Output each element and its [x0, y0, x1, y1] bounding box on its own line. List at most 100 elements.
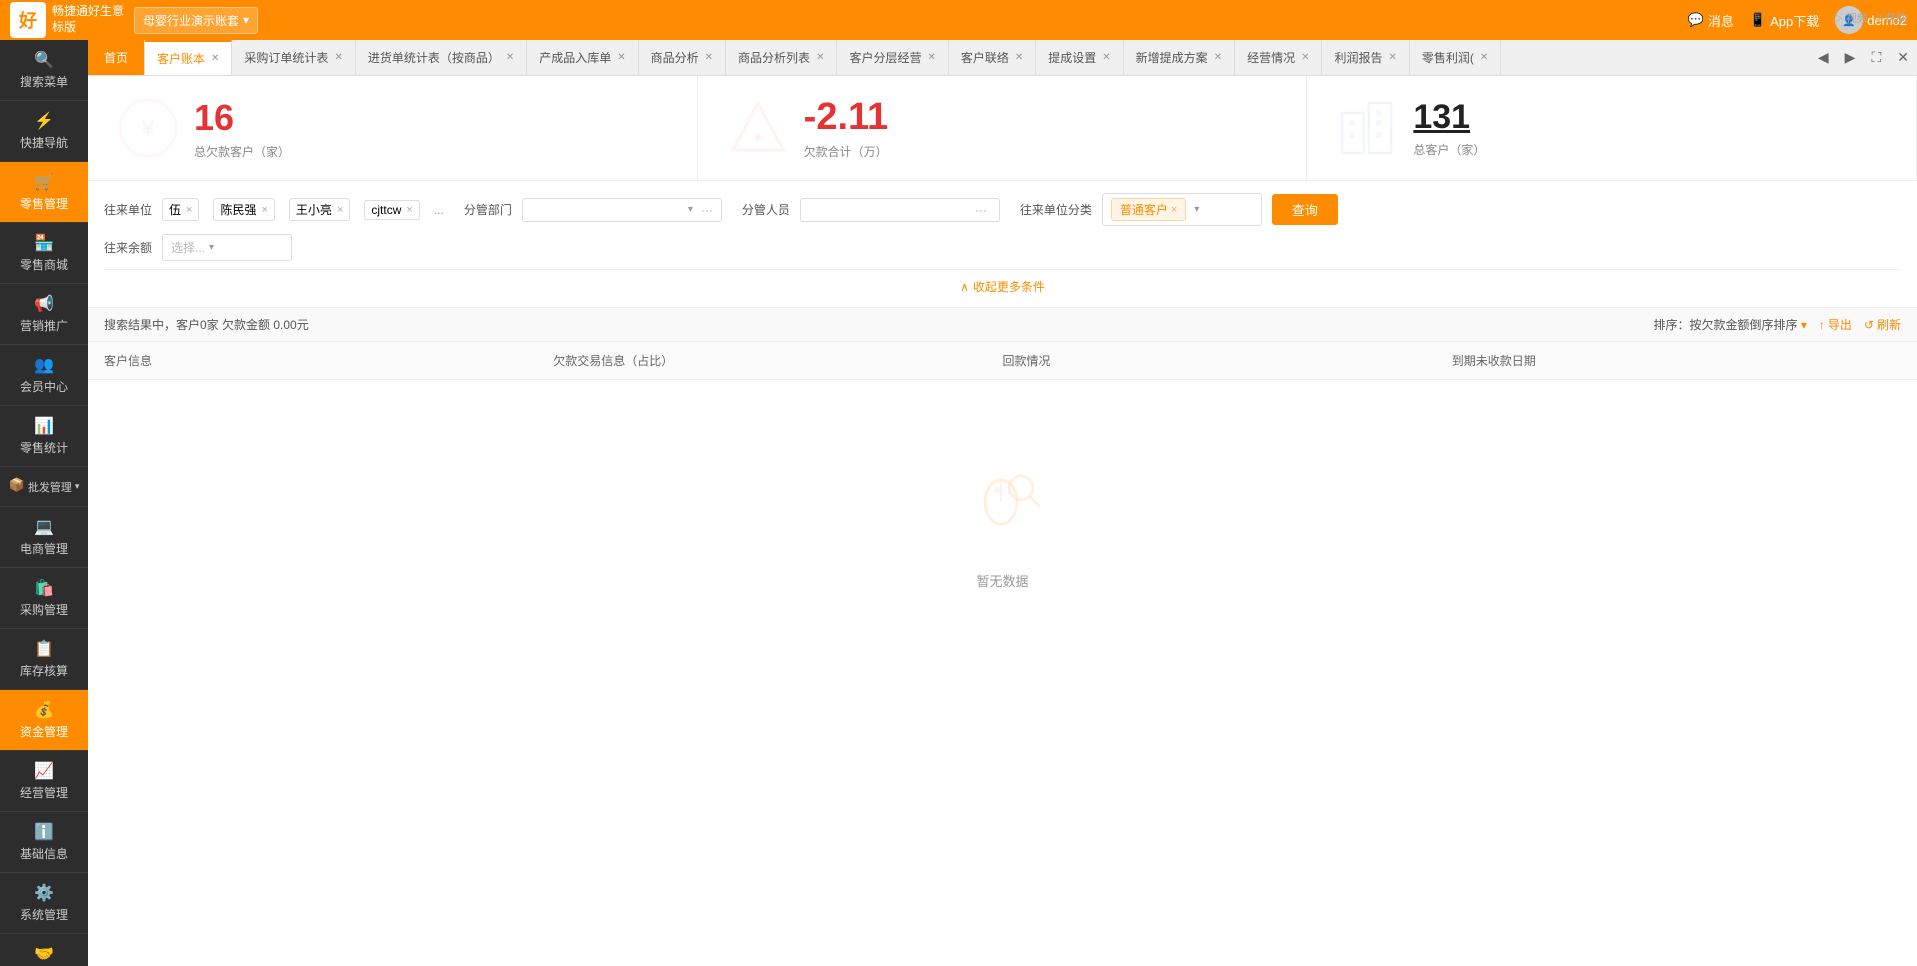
purchase-icon: 🛍️ [0, 578, 88, 598]
sidebar-item-finance[interactable]: 💰 资金管理 [0, 690, 88, 751]
tab-home[interactable]: 首页 [88, 40, 145, 76]
chevron-down-dept-icon: ▾ [688, 204, 693, 215]
sidebar-item-wholesale[interactable]: 📦 批发管理 ▾ [0, 467, 88, 507]
results-summary: 搜索结果中，客户0家 欠款金额 0.00元 [104, 316, 309, 333]
tab-product-analysis-list[interactable]: 商品分析列表 ✕ [726, 40, 837, 76]
empty-state: 暂无数据 [88, 380, 1917, 670]
close-tab-purchase-order[interactable]: ✕ [334, 52, 342, 63]
stat-label-debt-customers: 总欠款客户（家） [194, 143, 290, 160]
filter-dept-select[interactable]: ▾ ··· [522, 198, 722, 222]
stat-icon-debt: ¥ [118, 98, 178, 158]
tab-nav-next[interactable]: ▶ [1837, 49, 1864, 66]
tab-purchase-order-stats[interactable]: 采购订单统计表 ✕ [232, 40, 355, 76]
sidebar-item-search-menu[interactable]: 🔍 搜索菜单 [0, 40, 88, 101]
logo-area: 好 畅捷通好生意 标版 [10, 2, 124, 38]
refresh-icon: ↺ [1864, 318, 1874, 332]
sidebar-item-enterprise-coop[interactable]: 🤝 企业协同 [0, 934, 88, 966]
tab-product-analysis[interactable]: 商品分析 ✕ [639, 40, 726, 76]
sidebar-item-ecommerce[interactable]: 💻 电商管理 [0, 507, 88, 568]
download-icon: 📱 [1750, 12, 1766, 28]
tab-promo-settings[interactable]: 提成设置 ✕ [1036, 40, 1123, 76]
main-area: 🔍 搜索菜单 ⚡ 快捷导航 🛒 零售管理 🏪 零售商城 📢 营销推广 👥 [0, 40, 1917, 966]
stat-label-total-clients: 总客户（家） [1413, 141, 1485, 158]
sidebar-item-inventory[interactable]: 📋 库存核算 [0, 629, 88, 690]
refresh-btn[interactable]: ↺ 刷新 [1864, 316, 1901, 333]
sidebar-item-retail-mgmt[interactable]: 🛒 零售管理 [0, 162, 88, 223]
chevron-down-sort-icon[interactable]: ▾ [1801, 318, 1807, 332]
search-icon: 🔍 [0, 50, 88, 70]
sidebar-item-sys-mgmt[interactable]: ⚙️ 系统管理 [0, 873, 88, 934]
filter-more-tags[interactable]: ... [434, 203, 444, 217]
close-tab-new-promo-plan[interactable]: ✕ [1214, 52, 1222, 63]
tab-incoming-stats[interactable]: 进货单统计表（按商品） ✕ [356, 40, 527, 76]
info-icon: ℹ️ [0, 822, 88, 842]
tab-nav-prev[interactable]: ◀ [1810, 49, 1837, 66]
tab-customer-contact[interactable]: 客户联络 ✕ [949, 40, 1036, 76]
remove-tag-cjttcw[interactable]: × [406, 204, 412, 216]
sidebar-item-retail-stats[interactable]: 📊 零售统计 [0, 406, 88, 467]
close-tab-promo-settings[interactable]: ✕ [1102, 52, 1110, 63]
sort-label: 排序：按欠款金额倒序排序 ▾ [1654, 316, 1807, 333]
account-selector[interactable]: 母婴行业演示账套 ▾ [134, 7, 258, 34]
wholesale-icon: 📦 [9, 477, 25, 493]
filter-tag-wang: 王小亮 × [289, 198, 350, 221]
close-tab-customer-tier[interactable]: ✕ [927, 52, 935, 63]
tab-customer-tier[interactable]: 客户分层经营 ✕ [837, 40, 948, 76]
sidebar: 🔍 搜索菜单 ⚡ 快捷导航 🛒 零售管理 🏪 零售商城 📢 营销推广 👥 [0, 40, 88, 966]
tab-new-promo-plan[interactable]: 新增提成方案 ✕ [1124, 40, 1235, 76]
tab-close-all[interactable]: ✕ [1889, 49, 1917, 66]
close-tab-product-analysis[interactable]: ✕ [705, 52, 713, 63]
remove-tag-wu[interactable]: × [186, 204, 192, 216]
filter-label-dept: 分管部门 [464, 201, 512, 218]
tab-bar: 首页 客户账本 ✕ 采购订单统计表 ✕ 进货单统计表（按商品） ✕ 产成品入库单… [88, 40, 1917, 76]
app-download-btn[interactable]: 📱 App下载 [1750, 11, 1819, 30]
tab-profit-report[interactable]: 利润报告 ✕ [1322, 40, 1409, 76]
message-btn[interactable]: 💬 消息 [1688, 11, 1734, 30]
remove-category-tag[interactable]: × [1171, 204, 1177, 216]
sidebar-item-purchase[interactable]: 🛍️ 采购管理 [0, 568, 88, 629]
logo-text: 畅捷通好生意 标版 [52, 4, 124, 35]
close-tab-incoming[interactable]: ✕ [506, 52, 514, 63]
tab-maximize[interactable]: ⛶ [1863, 49, 1889, 66]
ellipsis-person-icon: ··· [975, 203, 987, 217]
filter-row-2: 往来余额 选择... ▾ [104, 234, 1901, 261]
sidebar-item-marketing[interactable]: 📢 营销推广 [0, 284, 88, 345]
filter-person-select[interactable]: ··· [800, 198, 1000, 222]
filter-balance-select[interactable]: 选择... ▾ [162, 234, 292, 261]
sidebar-item-basic-info[interactable]: ℹ️ 基础信息 [0, 812, 88, 873]
tab-retail-profit[interactable]: 零售利润( ✕ [1410, 40, 1501, 76]
top-bar: 好 畅捷通好生意 标版 母婴行业演示账套 ▾ 💬 消息 📱 App下载 👤 de… [0, 0, 1917, 40]
stat-label-debt-amount: 欠款合计（万） [804, 143, 889, 160]
filter-category-select[interactable]: 普通客户 × ▾ [1102, 193, 1262, 226]
remove-tag-chen[interactable]: × [261, 204, 267, 216]
ecommerce-icon: 💻 [0, 517, 88, 537]
close-tab-operations[interactable]: ✕ [1301, 52, 1309, 63]
close-tab-profit[interactable]: ✕ [1389, 52, 1397, 63]
close-tab-product-analysis-list[interactable]: ✕ [816, 52, 824, 63]
export-icon: ↑ [1819, 318, 1825, 332]
close-tab-customer-accounts[interactable]: ✕ [211, 53, 219, 64]
sidebar-item-operations[interactable]: 📈 经营管理 [0, 751, 88, 812]
col-debt-info: 欠款交易信息（占比） [553, 352, 1002, 369]
sidebar-item-quick-nav[interactable]: ⚡ 快捷导航 [0, 101, 88, 162]
collapse-filter-btn[interactable]: ∧ 收起更多条件 [104, 269, 1901, 295]
sidebar-item-retail-mall[interactable]: 🏪 零售商城 [0, 223, 88, 284]
close-tab-retail-profit[interactable]: ✕ [1480, 52, 1488, 63]
col-customer-info: 客户信息 [104, 352, 553, 369]
svg-text:✦: ✦ [751, 130, 764, 147]
close-tab-product-instock[interactable]: ✕ [617, 52, 625, 63]
filter-label-balance: 往来余额 [104, 239, 152, 256]
export-btn[interactable]: ↑ 导出 [1819, 316, 1852, 333]
shop-icon: 🏪 [0, 233, 88, 253]
tab-product-instock[interactable]: 产成品入库单 ✕ [527, 40, 638, 76]
tab-customer-accounts[interactable]: 客户账本 ✕ [145, 40, 232, 76]
stat-number-total-clients: 131 [1413, 98, 1485, 137]
remove-tag-wang[interactable]: × [337, 204, 343, 216]
query-button[interactable]: 查询 [1272, 194, 1338, 225]
sidebar-item-member-center[interactable]: 👥 会员中心 [0, 345, 88, 406]
table-header: 客户信息 欠款交易信息（占比） 回款情况 到期未收款日期 [88, 342, 1917, 380]
filter-label-person: 分管人员 [742, 201, 790, 218]
tab-operations-report[interactable]: 经营情况 ✕ [1235, 40, 1322, 76]
close-tab-customer-contact[interactable]: ✕ [1015, 52, 1023, 63]
chevron-up-icon: ∧ [960, 280, 969, 294]
